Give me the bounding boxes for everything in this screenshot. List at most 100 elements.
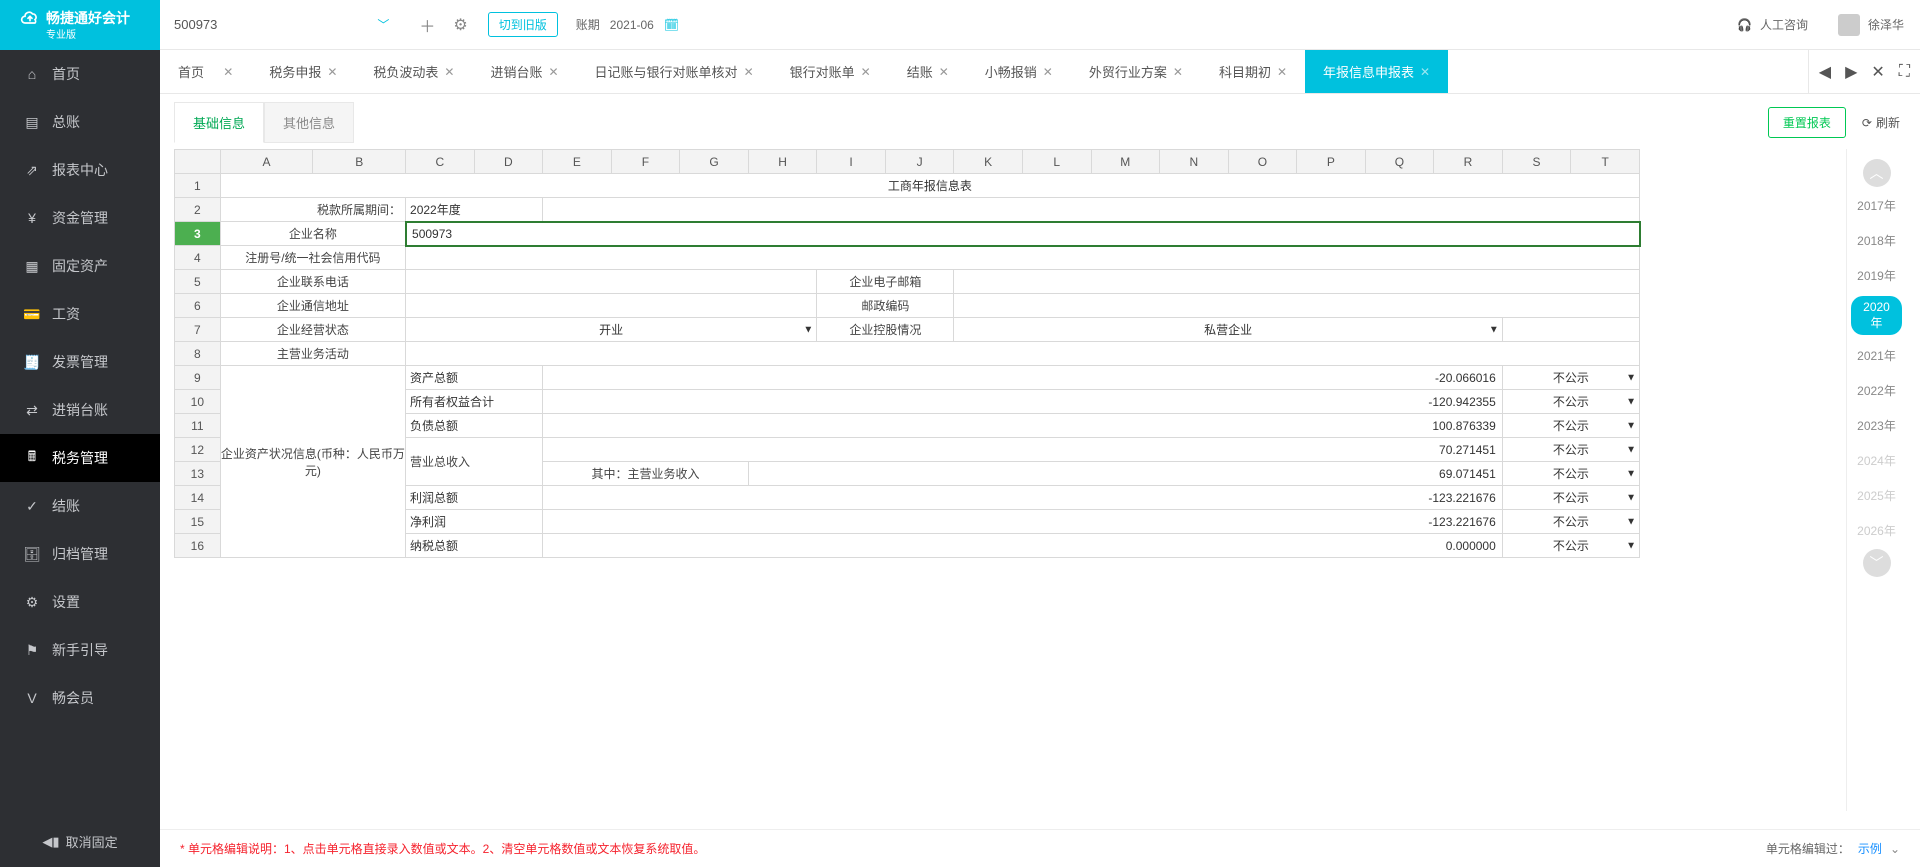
close-icon[interactable]: ✕ [1043, 65, 1053, 79]
sidebar-item-home[interactable]: ⌂首页 [0, 50, 160, 98]
col-header-B[interactable]: B [313, 150, 406, 174]
cell-r13-dd[interactable]: 不公示▼ [1502, 462, 1639, 486]
dropdown-icon[interactable]: ▼ [1626, 372, 1636, 383]
cell-r4-lbl[interactable]: 注册号/统一社会信用代码 [220, 246, 405, 270]
sidebar-item-close[interactable]: ✓结账 [0, 482, 160, 530]
tab-4[interactable]: 日记账与银行对账单核对✕ [577, 50, 772, 93]
col-header-N[interactable]: N [1160, 150, 1229, 174]
row-header-9[interactable]: 9 [175, 366, 221, 390]
row-header-11[interactable]: 11 [175, 414, 221, 438]
cell-r5-val2[interactable] [954, 270, 1640, 294]
dropdown-icon[interactable]: ▼ [1626, 468, 1636, 479]
cell-r12-val[interactable]: 70.271451 [543, 438, 1503, 462]
year-down-icon[interactable]: ﹀ [1863, 549, 1891, 577]
col-header-M[interactable]: M [1091, 150, 1160, 174]
year-2017年[interactable]: 2017年 [1847, 189, 1906, 222]
sidebar-item-vip[interactable]: V畅会员 [0, 674, 160, 722]
cell-r13-sub[interactable]: 其中：主营业务收入 [543, 462, 749, 486]
cell-r10-lbl[interactable]: 所有者权益合计 [406, 390, 543, 414]
plus-icon[interactable]: ＋ [419, 13, 435, 37]
sidebar-item-ledger[interactable]: ▤总账 [0, 98, 160, 146]
cell-r3-val[interactable]: 500973 [406, 222, 1640, 246]
cell-r6-val2[interactable] [954, 294, 1640, 318]
user-menu[interactable]: 徐泽华 [1822, 14, 1920, 36]
row-header-3[interactable]: 3 [175, 222, 221, 246]
cell-r16-lbl[interactable]: 纳税总额 [406, 534, 543, 558]
cell-r10-val[interactable]: -120.942355 [543, 390, 1503, 414]
refresh-button[interactable]: ⟳ 刷新 [1862, 114, 1900, 131]
period-value[interactable]: 2021-06 [610, 18, 654, 32]
row-header-4[interactable]: 4 [175, 246, 221, 270]
corner-cell[interactable] [175, 150, 221, 174]
row-header-16[interactable]: 16 [175, 534, 221, 558]
col-header-O[interactable]: O [1228, 150, 1297, 174]
col-header-K[interactable]: K [954, 150, 1023, 174]
cell-r6-val[interactable] [406, 294, 817, 318]
cell-r12-lbl[interactable]: 营业总收入 [406, 438, 543, 486]
row-header-1[interactable]: 1 [175, 174, 221, 198]
sheet-title[interactable]: 工商年报信息表 [220, 174, 1639, 198]
col-header-G[interactable]: G [680, 150, 749, 174]
col-header-F[interactable]: F [611, 150, 680, 174]
col-header-C[interactable]: C [406, 150, 475, 174]
dropdown-icon[interactable]: ▼ [1626, 396, 1636, 407]
sidebar-item-salary[interactable]: 💳工资 [0, 290, 160, 338]
cell-r14-lbl[interactable]: 利润总额 [406, 486, 543, 510]
sidebar-item-guide[interactable]: ⚑新手引导 [0, 626, 160, 674]
cell-r4-val[interactable] [406, 246, 1640, 270]
col-header-I[interactable]: I [817, 150, 886, 174]
tab-9[interactable]: 科目期初✕ [1201, 50, 1305, 93]
cell-r7-val2[interactable]: 私营企业▼ [954, 318, 1502, 342]
cell-r15-dd[interactable]: 不公示▼ [1502, 510, 1639, 534]
cell-r13-val[interactable]: 69.071451 [748, 462, 1502, 486]
cell-r8-val[interactable] [406, 342, 1640, 366]
close-icon[interactable]: ✕ [327, 65, 337, 79]
company-select[interactable]: 500973 ﹀ [160, 0, 411, 50]
reset-button[interactable]: 重置报表 [1768, 107, 1846, 138]
dropdown-icon[interactable]: ▼ [1489, 324, 1499, 335]
subtab-1[interactable]: 其他信息 [264, 102, 354, 143]
row-header-14[interactable]: 14 [175, 486, 221, 510]
sidebar-item-gear[interactable]: ⚙设置 [0, 578, 160, 626]
row-header-5[interactable]: 5 [175, 270, 221, 294]
help-button[interactable]: 🎧 人工咨询 [1723, 16, 1822, 33]
year-2025年[interactable]: 2025年 [1847, 479, 1906, 512]
cell-r11-dd[interactable]: 不公示▼ [1502, 414, 1639, 438]
row-header-2[interactable]: 2 [175, 198, 221, 222]
spreadsheet[interactable]: ABCDEFGHIJKLMNOPQRST1工商年报信息表2税款所属期间：2022… [174, 149, 1830, 811]
year-2026年[interactable]: 2026年 [1847, 514, 1906, 547]
old-version-button[interactable]: 切到旧版 [488, 12, 558, 37]
col-header-L[interactable]: L [1022, 150, 1091, 174]
year-2021年[interactable]: 2021年 [1847, 339, 1906, 372]
gear-icon[interactable]: ⚙ [453, 15, 467, 35]
cell-r5-val[interactable] [406, 270, 817, 294]
year-2018年[interactable]: 2018年 [1847, 224, 1906, 257]
dropdown-icon[interactable]: ▼ [1626, 516, 1636, 527]
fullscreen-icon[interactable]: ⛶ [1899, 63, 1910, 81]
close-icon[interactable]: ✕ [223, 65, 233, 79]
col-header-A[interactable]: A [220, 150, 313, 174]
cell-r3-lbl[interactable]: 企业名称 [220, 222, 405, 246]
cell-r8-lbl[interactable]: 主营业务活动 [220, 342, 405, 366]
cell-r11-val[interactable]: 100.876339 [543, 414, 1503, 438]
year-2020年[interactable]: 2020年 [1851, 296, 1902, 335]
cell-r14-val[interactable]: -123.221676 [543, 486, 1503, 510]
close-icon[interactable]: ✕ [1420, 65, 1430, 79]
footer-example-link[interactable]: 示例 [1858, 840, 1882, 857]
cell-r14-dd[interactable]: 不公示▼ [1502, 486, 1639, 510]
close-icon[interactable]: ✕ [939, 65, 949, 79]
col-header-J[interactable]: J [885, 150, 954, 174]
cell-r16-dd[interactable]: 不公示▼ [1502, 534, 1639, 558]
row-header-10[interactable]: 10 [175, 390, 221, 414]
sidebar-item-inout[interactable]: ⇄进销台账 [0, 386, 160, 434]
close-icon[interactable]: ✕ [444, 65, 454, 79]
tab-6[interactable]: 结账✕ [889, 50, 967, 93]
sidebar-item-asset[interactable]: ▦固定资产 [0, 242, 160, 290]
chevron-down-icon[interactable]: ⌄ [1890, 842, 1900, 856]
row-header-13[interactable]: 13 [175, 462, 221, 486]
dropdown-icon[interactable]: ▼ [1626, 420, 1636, 431]
col-header-S[interactable]: S [1502, 150, 1571, 174]
col-header-E[interactable]: E [543, 150, 612, 174]
year-2019年[interactable]: 2019年 [1847, 259, 1906, 292]
year-2023年[interactable]: 2023年 [1847, 409, 1906, 442]
